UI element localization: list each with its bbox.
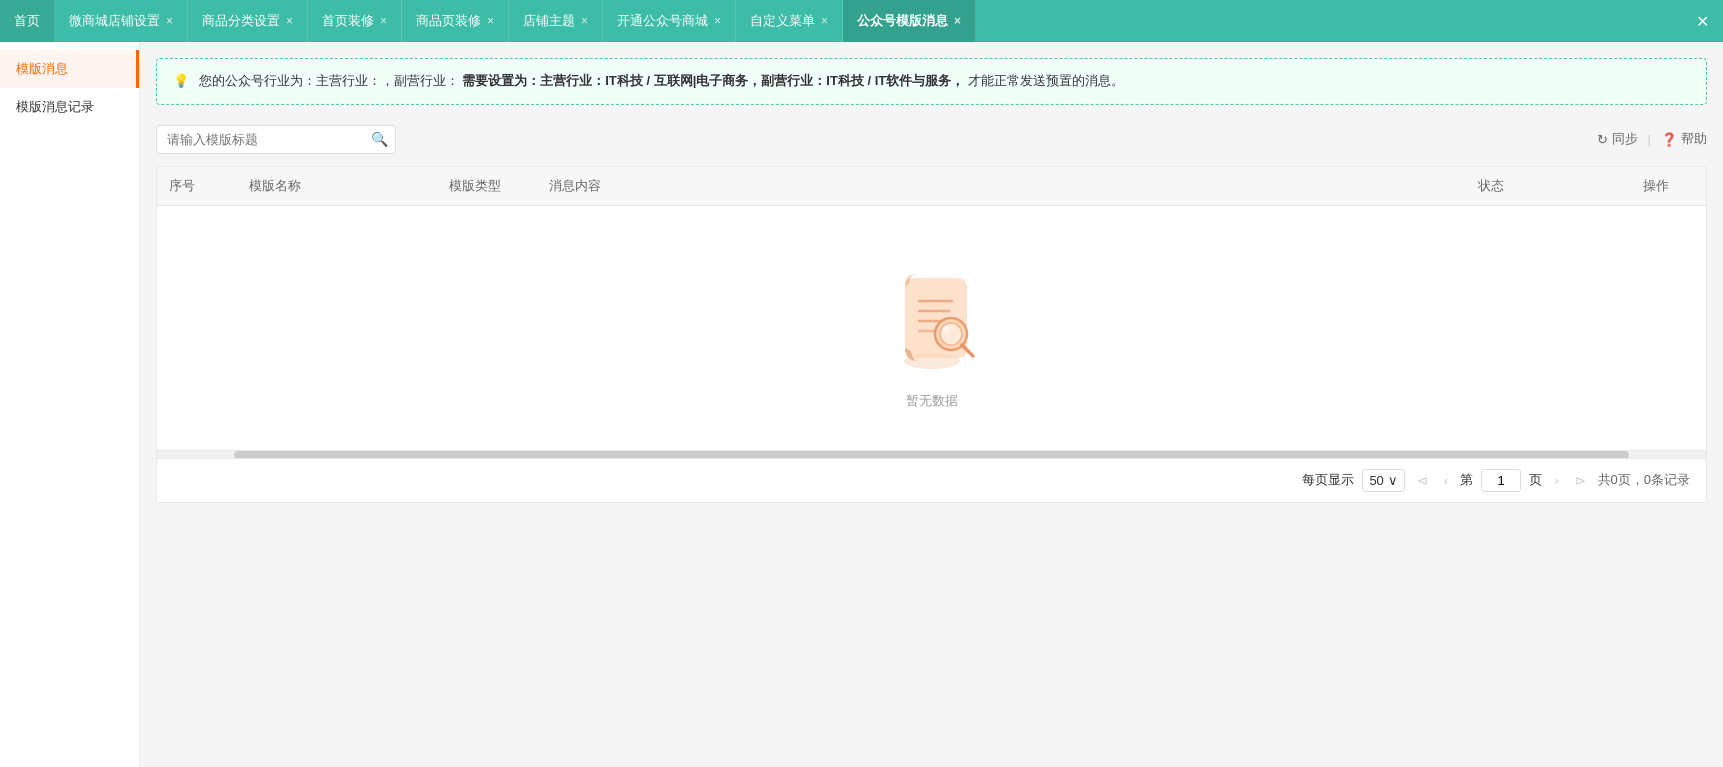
close-all-tabs-button[interactable]: ✕ <box>1682 0 1723 42</box>
next-page-button[interactable]: › <box>1550 471 1562 490</box>
svg-point-6 <box>940 323 962 345</box>
search-icon[interactable]: 🔍 <box>371 131 388 147</box>
horizontal-scrollbar[interactable] <box>157 450 1706 458</box>
help-button[interactable]: ❓ 帮助 <box>1661 130 1707 148</box>
data-table: 序号 模版名称 模版类型 消息内容 状态 操作 <box>156 166 1707 503</box>
close-tab-category-settings[interactable]: × <box>286 14 293 28</box>
page-label-before: 第 <box>1460 471 1473 489</box>
close-tab-product-decoration[interactable]: × <box>487 14 494 28</box>
page-label-after: 页 <box>1529 471 1542 489</box>
per-page-select[interactable]: 50 ∨ <box>1362 469 1404 492</box>
prev-page-button[interactable]: ‹ <box>1440 471 1452 490</box>
sidebar-item-template-msg[interactable]: 模版消息 <box>0 50 139 88</box>
close-tab-home-decoration[interactable]: × <box>380 14 387 28</box>
nav-tab-open-mall[interactable]: 开通公众号商城 × <box>603 0 736 42</box>
per-page-label: 每页显示 <box>1302 471 1354 489</box>
close-tab-open-mall[interactable]: × <box>714 14 721 28</box>
table-header: 序号 模版名称 模版类型 消息内容 状态 操作 <box>157 167 1706 206</box>
nav-tab-category-settings[interactable]: 商品分类设置 × <box>188 0 308 42</box>
sidebar-item-template-msg-log[interactable]: 模版消息记录 <box>0 88 139 126</box>
nav-tab-home[interactable]: 首页 <box>0 0 55 42</box>
nav-tab-shop-theme[interactable]: 店铺主题 × <box>509 0 603 42</box>
sync-button[interactable]: ↻ 同步 <box>1597 130 1638 148</box>
empty-state: 暂无数据 <box>157 206 1706 450</box>
col-header-seq: 序号 <box>157 167 237 205</box>
nav-tab-custom-menu[interactable]: 自定义菜单 × <box>736 0 843 42</box>
info-banner: 💡 您的公众号行业为：主营行业：，副营行业： 需要设置为：主营行业：IT科技 /… <box>156 58 1707 105</box>
chevron-down-icon: ∨ <box>1388 473 1398 488</box>
col-header-status: 状态 <box>1466 167 1606 205</box>
nav-tab-template-msg[interactable]: 公众号模版消息 × <box>843 0 976 42</box>
page-number-input[interactable] <box>1481 469 1521 492</box>
empty-icon <box>877 266 987 376</box>
hint-icon: 💡 <box>173 73 189 88</box>
help-icon: ❓ <box>1661 132 1677 147</box>
close-tab-shop-theme[interactable]: × <box>581 14 588 28</box>
nav-tab-product-decoration[interactable]: 商品页装修 × <box>402 0 509 42</box>
col-header-content: 消息内容 <box>537 167 1466 205</box>
first-page-button[interactable]: ⊲ <box>1413 471 1432 490</box>
close-tab-shop-settings[interactable]: × <box>166 14 173 28</box>
nav-tab-home-decoration[interactable]: 首页装修 × <box>308 0 402 42</box>
total-info: 共0页，0条记录 <box>1598 471 1690 489</box>
pagination: 每页显示 50 ∨ ⊲ ‹ 第 页 › ⊳ 共0页，0条记录 <box>157 458 1706 502</box>
col-header-name: 模版名称 <box>237 167 437 205</box>
nav-tab-shop-settings[interactable]: 微商城店铺设置 × <box>55 0 188 42</box>
toolbar-right: ↻ 同步 | ❓ 帮助 <box>1597 130 1707 148</box>
close-tab-custom-menu[interactable]: × <box>821 14 828 28</box>
search-input-wrap: 🔍 <box>156 125 396 154</box>
search-input[interactable] <box>156 125 396 154</box>
top-nav: 首页 微商城店铺设置 × 商品分类设置 × 首页装修 × 商品页装修 × 店铺主… <box>0 0 1723 42</box>
close-tab-template-msg[interactable]: × <box>954 14 961 28</box>
main-layout: 模版消息 模版消息记录 💡 您的公众号行业为：主营行业：，副营行业： 需要设置为… <box>0 42 1723 767</box>
svg-point-8 <box>943 326 949 332</box>
content-area: 💡 您的公众号行业为：主营行业：，副营行业： 需要设置为：主营行业：IT科技 /… <box>140 42 1723 767</box>
col-header-action: 操作 <box>1606 167 1706 205</box>
sidebar: 模版消息 模版消息记录 <box>0 42 140 767</box>
empty-text: 暂无数据 <box>906 392 958 410</box>
search-bar: 🔍 ↻ 同步 | ❓ 帮助 <box>156 125 1707 154</box>
toolbar-divider: | <box>1648 132 1651 147</box>
last-page-button[interactable]: ⊳ <box>1571 471 1590 490</box>
sync-icon: ↻ <box>1597 132 1608 147</box>
col-header-type: 模版类型 <box>437 167 537 205</box>
